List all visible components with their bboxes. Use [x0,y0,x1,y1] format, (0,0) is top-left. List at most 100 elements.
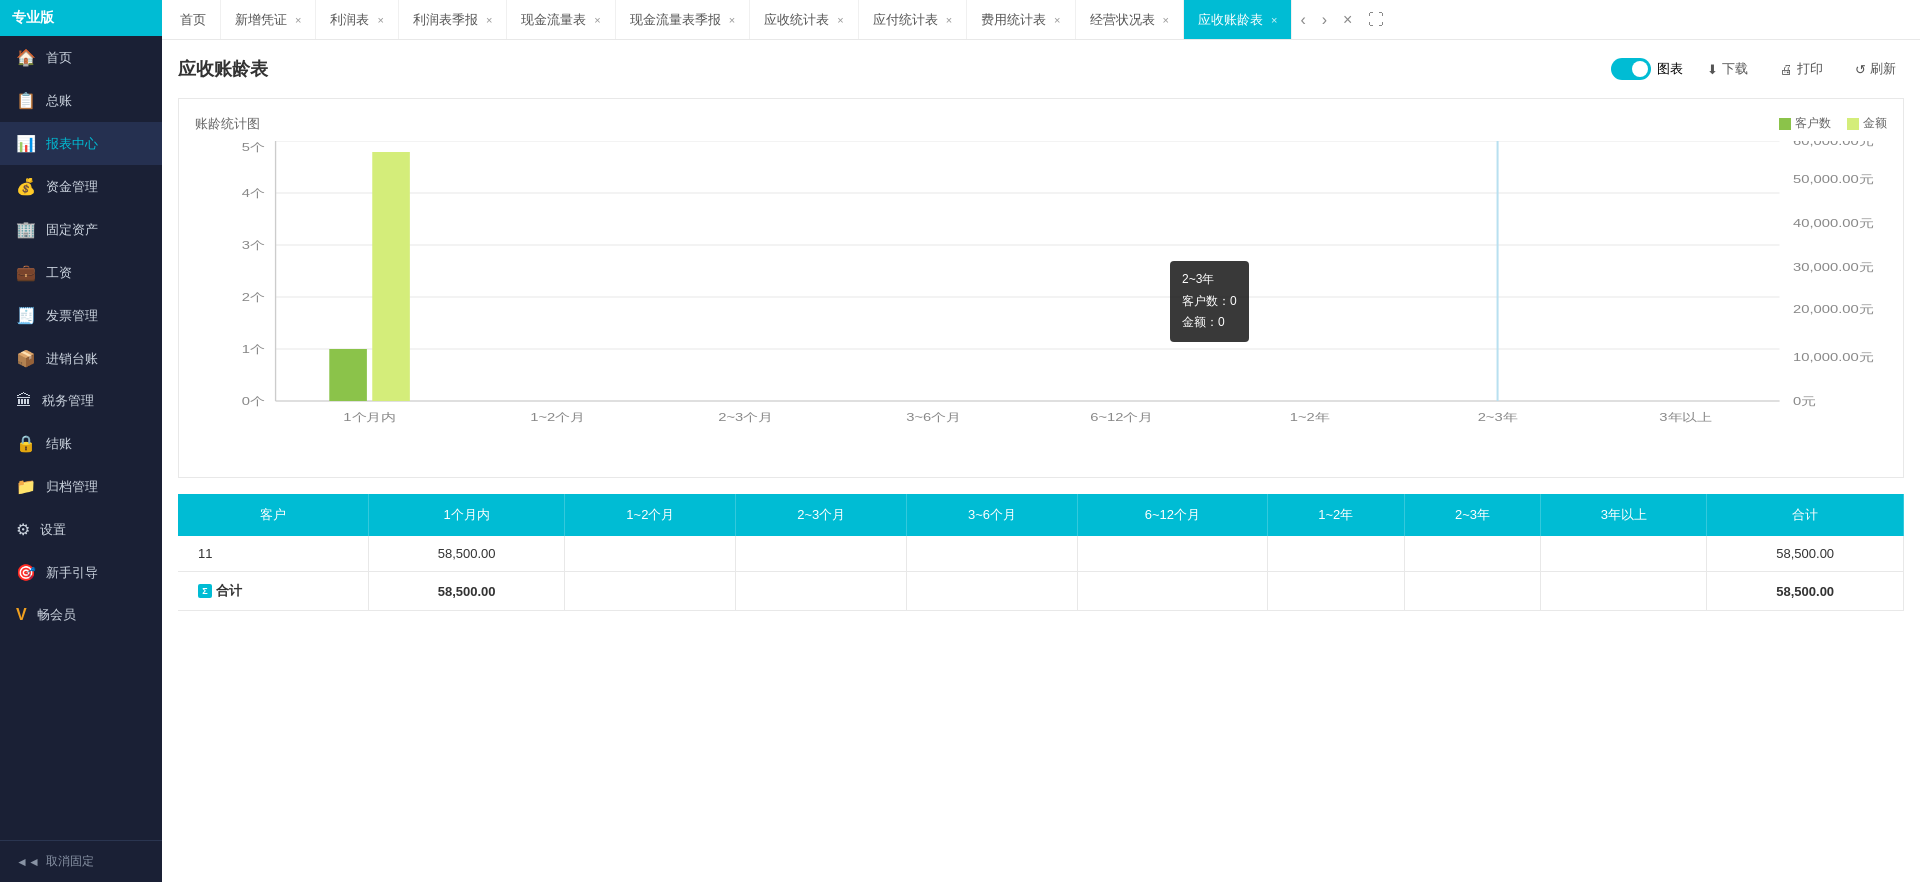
page-header: 应收账龄表 图表 ⬇ 下载 🖨 打印 ↺ 刷新 [178,56,1904,82]
guide-icon: 🎯 [16,563,36,582]
print-button[interactable]: 🖨 打印 [1772,56,1831,82]
td-total-year3plus [1541,572,1707,611]
tab-cashflow-quarterly[interactable]: 现金流量表季报 × [616,0,750,40]
th-month12: 1~2个月 [565,494,736,536]
tab-close-icon[interactable]: × [1271,14,1277,26]
sidebar-item-sales[interactable]: 📦 进销台账 [0,337,162,380]
svg-text:20,000.00元: 20,000.00元 [1793,303,1873,316]
svg-text:3个: 3个 [242,239,265,252]
sales-icon: 📦 [16,349,36,368]
tab-close-icon[interactable]: × [377,14,383,26]
chart-toggle[interactable] [1611,58,1651,80]
tab-close-all-button[interactable]: × [1335,7,1360,33]
td-year3plus [1541,536,1707,572]
sidebar-item-guide[interactable]: 🎯 新手引导 [0,551,162,594]
svg-text:2~3个月: 2~3个月 [718,411,773,424]
svg-text:4个: 4个 [242,187,265,200]
svg-text:2个: 2个 [242,291,265,304]
svg-text:0个: 0个 [242,395,265,408]
td-total-month12 [565,572,736,611]
svg-text:1个月内: 1个月内 [343,411,395,424]
sidebar-item-salary[interactable]: 💼 工资 [0,251,162,294]
td-total-month23 [736,572,907,611]
tab-label: 新增凭证 [235,11,287,29]
settings-icon: ⚙ [16,520,30,539]
tab-receivable-stats[interactable]: 应收统计表 × [750,0,858,40]
th-year23: 2~3年 [1404,494,1541,536]
svg-text:1~2个月: 1~2个月 [530,411,585,424]
unpin-label: 取消固定 [46,853,94,870]
th-year12: 1~2年 [1267,494,1404,536]
tab-close-icon[interactable]: × [486,14,492,26]
legend-amount: 金额 [1847,115,1887,132]
sidebar-item-invoice[interactable]: 🧾 发票管理 [0,294,162,337]
tab-label: 利润表季报 [413,11,478,29]
svg-text:30,000.00元: 30,000.00元 [1793,261,1873,274]
tab-close-icon[interactable]: × [1163,14,1169,26]
th-month36: 3~6个月 [907,494,1078,536]
sidebar-item-archive[interactable]: 📁 归档管理 [0,465,162,508]
tab-bar: 首页 新增凭证 × 利润表 × 利润表季报 × 现金流量表 × 现金流量表季报 … [162,0,1920,40]
th-month23: 2~3个月 [736,494,907,536]
bar-chart-svg: 0个 1个 2个 3个 4个 5个 0元 10,000.00元 20,000.0… [195,141,1887,451]
tab-profit-quarterly[interactable]: 利润表季报 × [399,0,507,40]
page-actions: 图表 ⬇ 下载 🖨 打印 ↺ 刷新 [1611,56,1904,82]
unpin-button[interactable]: ◄◄ 取消固定 [0,840,162,882]
tab-operations[interactable]: 经营状况表 × [1076,0,1184,40]
tab-close-icon[interactable]: × [729,14,735,26]
tab-profit[interactable]: 利润表 × [316,0,398,40]
td-total-total: 58,500.00 [1707,572,1904,611]
sidebar-item-label: 税务管理 [42,392,94,410]
tab-close-icon[interactable]: × [946,14,952,26]
tab-close-icon[interactable]: × [837,14,843,26]
sidebar-item-label: 报表中心 [46,135,98,153]
tab-label: 现金流量表 [521,11,586,29]
legend-customer-count: 客户数 [1779,115,1831,132]
svg-text:40,000.00元: 40,000.00元 [1793,217,1873,230]
tab-cashflow[interactable]: 现金流量表 × [507,0,615,40]
th-year3plus: 3年以上 [1541,494,1707,536]
tab-home[interactable]: 首页 [166,0,221,40]
legend-color-green [1779,118,1791,130]
svg-text:2~3年: 2~3年 [1478,411,1518,424]
tax-icon: 🏛 [16,392,32,410]
tab-prev-button[interactable]: ‹ [1292,7,1313,33]
td-month1: 58,500.00 [368,536,565,572]
svg-text:3~6个月: 3~6个月 [906,411,961,424]
tab-expense-stats[interactable]: 费用统计表 × [967,0,1075,40]
sidebar-item-vip[interactable]: V 畅会员 [0,594,162,636]
td-month23 [736,536,907,572]
download-button[interactable]: ⬇ 下载 [1699,56,1756,82]
sidebar-item-closing[interactable]: 🔒 结账 [0,422,162,465]
sidebar-item-label: 畅会员 [37,606,76,624]
sidebar-item-label: 结账 [46,435,72,453]
sidebar-item-funds[interactable]: 💰 资金管理 [0,165,162,208]
sidebar-item-tax[interactable]: 🏛 税务管理 [0,380,162,422]
sidebar-item-home[interactable]: 🏠 首页 [0,36,162,79]
tab-close-icon[interactable]: × [1054,14,1060,26]
tab-expand-button[interactable]: ⛶ [1360,7,1392,33]
tab-new-voucher[interactable]: 新增凭证 × [221,0,316,40]
tab-close-icon[interactable]: × [594,14,600,26]
svg-text:10,000.00元: 10,000.00元 [1793,351,1873,364]
home-icon: 🏠 [16,48,36,67]
th-total: 合计 [1707,494,1904,536]
tab-payable-stats[interactable]: 应付统计表 × [859,0,967,40]
td-total: 58,500.00 [1707,536,1904,572]
svg-text:1个: 1个 [242,343,265,356]
funds-icon: 💰 [16,177,36,196]
sidebar-item-label: 新手引导 [46,564,98,582]
sidebar-item-ledger[interactable]: 📋 总账 [0,79,162,122]
refresh-button[interactable]: ↺ 刷新 [1847,56,1904,82]
tab-receivable-aging[interactable]: 应收账龄表 × [1184,0,1292,40]
td-total-month36 [907,572,1078,611]
sidebar-item-settings[interactable]: ⚙ 设置 [0,508,162,551]
table-total-row: Σ 合计 58,500.00 58,500.00 [178,572,1904,611]
data-table: 客户 1个月内 1~2个月 2~3个月 3~6个月 6~12个月 1~2年 2~… [178,494,1904,611]
sidebar-item-reports[interactable]: 📊 报表中心 [0,122,162,165]
sidebar-item-assets[interactable]: 🏢 固定资产 [0,208,162,251]
legend-label-amount: 金额 [1863,115,1887,132]
tab-label: 费用统计表 [981,11,1046,29]
tab-next-button[interactable]: › [1314,7,1335,33]
tab-close-icon[interactable]: × [295,14,301,26]
